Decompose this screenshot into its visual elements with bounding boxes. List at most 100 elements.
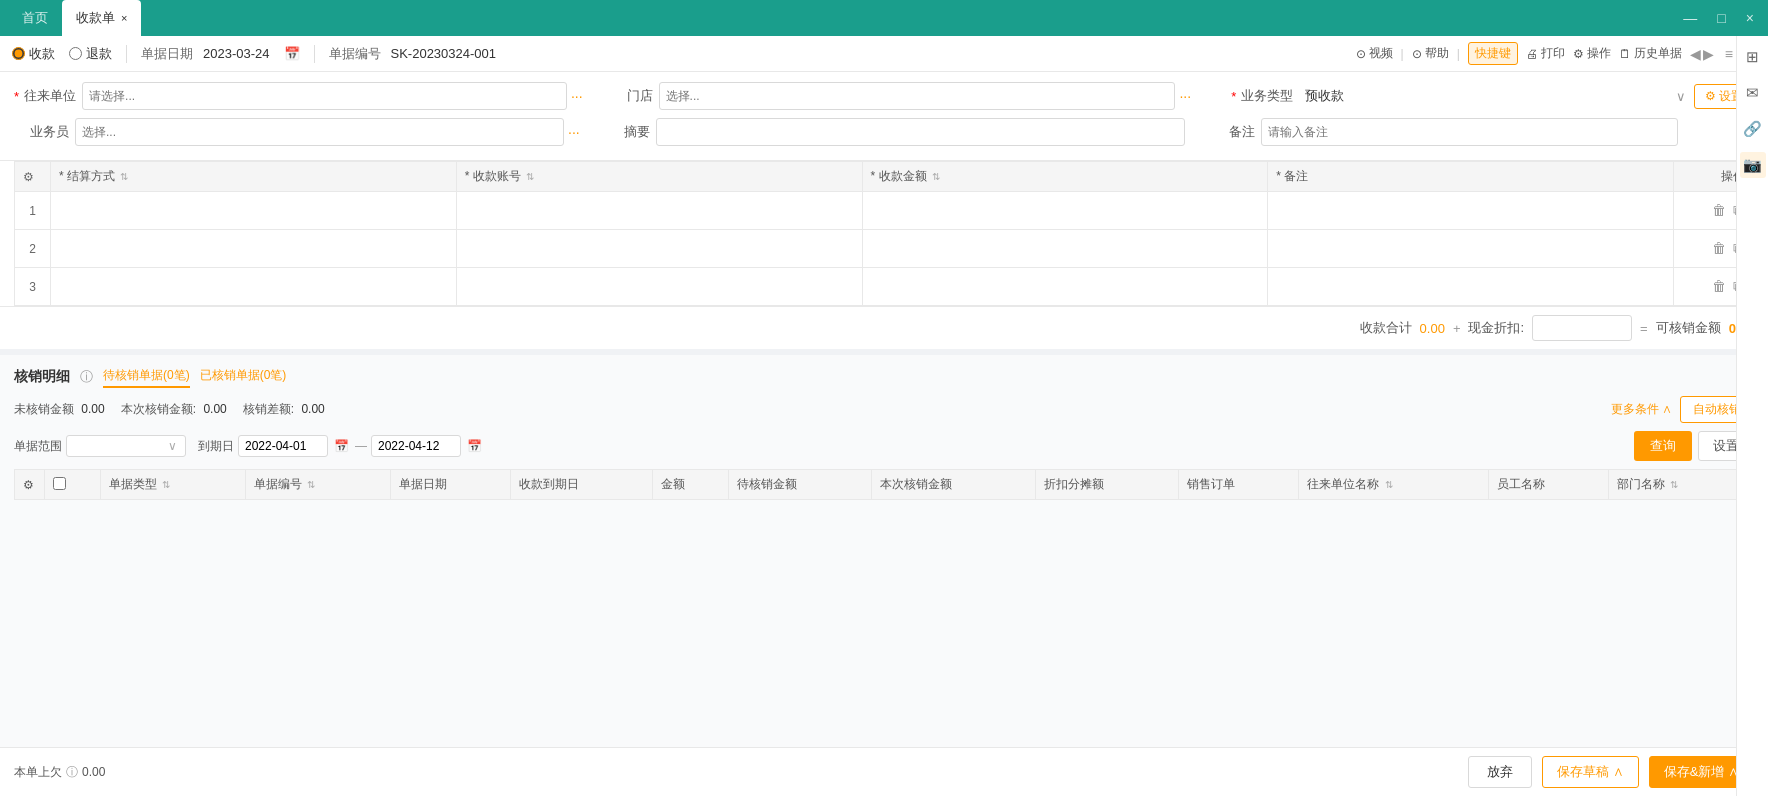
verify-tab-done[interactable]: 已核销单据(0笔) — [200, 365, 287, 388]
save-draft-btn[interactable]: 保存草稿 ∧ — [1542, 756, 1639, 788]
check-all-checkbox[interactable] — [53, 477, 66, 490]
actions-icon: ⚙ — [1573, 47, 1584, 61]
tab-home[interactable]: 首页 — [8, 0, 62, 36]
row-2-settlement[interactable] — [51, 230, 457, 268]
partner-input[interactable] — [82, 82, 567, 110]
row-2-account[interactable] — [456, 230, 862, 268]
biztype-arrow-icon[interactable]: ∨ — [1676, 89, 1686, 104]
more-filter-btn[interactable]: 更多条件 ∧ — [1611, 401, 1672, 418]
verify-tab-pending[interactable]: 待核销单据(0笔) — [103, 365, 190, 388]
window-close-btn[interactable]: × — [1740, 8, 1760, 28]
row-1-remark[interactable] — [1268, 192, 1674, 230]
abandon-btn[interactable]: 放弃 — [1468, 756, 1532, 788]
radio-refund[interactable]: 退款 — [69, 45, 112, 63]
row-1-num: 1 — [15, 192, 51, 230]
sidebar-mail-icon[interactable]: ✉ — [1740, 80, 1766, 106]
form-row-2: 业务员 ··· 摘要 备注 — [14, 118, 1754, 146]
store-input[interactable] — [659, 82, 1176, 110]
equal-sep: = — [1640, 321, 1648, 336]
actions-btn[interactable]: ⚙ 操作 — [1573, 45, 1611, 62]
partner-required: * — [14, 89, 19, 104]
history-btn[interactable]: 🗒 历史单据 — [1619, 45, 1682, 62]
partner-more-icon[interactable]: ··· — [571, 88, 583, 104]
range-dropdown[interactable]: ∨ — [66, 435, 186, 457]
th-employee: 员工名称 — [1488, 470, 1608, 500]
biztype-value: 预收款 — [1305, 87, 1344, 105]
note-label: 备注 — [1225, 123, 1255, 141]
salesman-field: 业务员 ··· — [14, 118, 580, 146]
row-3-amount[interactable] — [862, 268, 1268, 306]
date-calendar-icon[interactable]: 📅 — [284, 46, 300, 61]
prev-arrow[interactable]: ◀ — [1690, 46, 1701, 62]
th-gear: ⚙ — [15, 162, 51, 192]
current-val: 0.00 — [203, 402, 226, 416]
next-arrow[interactable]: ▶ — [1703, 46, 1714, 62]
verify-info-icon[interactable]: ⓘ — [80, 368, 93, 386]
salesman-input[interactable] — [75, 118, 564, 146]
date-dash: — — [355, 439, 367, 453]
date-calendar-from-icon[interactable]: 📅 — [334, 439, 349, 453]
tab-close-icon[interactable]: × — [121, 12, 127, 24]
row-1-account[interactable] — [456, 192, 862, 230]
row-2-remark[interactable] — [1268, 230, 1674, 268]
date-to-input[interactable] — [371, 435, 461, 457]
th-discount: 折扣分摊额 — [1036, 470, 1179, 500]
video-circle-icon: ⊙ — [1356, 47, 1366, 61]
help-circle-icon: ⊙ — [1412, 47, 1422, 61]
footer-info-val: 0.00 — [82, 765, 105, 779]
partner-label: 往来单位 — [21, 87, 76, 105]
summary-field: 摘要 — [620, 118, 1186, 146]
row-3-account[interactable] — [456, 268, 862, 306]
row-1-settlement[interactable] — [51, 192, 457, 230]
salesman-more-icon[interactable]: ··· — [568, 124, 580, 140]
row-3-remark[interactable] — [1268, 268, 1674, 306]
bottom-table-wrap: ⚙ 单据类型 ⇅ 单据编号 ⇅ — [14, 469, 1754, 747]
sidebar-link-icon[interactable]: 🔗 — [1740, 116, 1766, 142]
toolbar-right: ⊙ 视频 | ⊙ 帮助 | 快捷键 🖨 打印 ⚙ 操作 🗒 历史单据 — [1356, 42, 1756, 65]
range-label: 单据范围 — [14, 438, 62, 455]
list-view-btn[interactable]: ≡ — [1722, 45, 1736, 63]
help-btn[interactable]: ⊙ 帮助 — [1412, 45, 1449, 62]
biztype-required: * — [1231, 89, 1236, 104]
note-field: 备注 — [1225, 118, 1678, 146]
maximize-btn[interactable]: □ — [1711, 8, 1731, 28]
query-btn[interactable]: 查询 — [1634, 431, 1692, 461]
print-icon: 🖨 — [1526, 47, 1538, 61]
receipt-type-radio-group: 收款 退款 — [12, 45, 112, 63]
verify-header: 核销明细 ⓘ 待核销单据(0笔) 已核销单据(0笔) — [14, 365, 1754, 388]
verifiable-label: 可核销金额 — [1656, 319, 1721, 337]
biztype-label: 业务类型 — [1238, 87, 1293, 105]
current-label: 本次核销金额: — [121, 402, 196, 416]
row-3-delete-icon[interactable]: 🗑 — [1710, 276, 1728, 296]
summary-input[interactable] — [656, 118, 1186, 146]
cash-discount-input[interactable] — [1532, 315, 1632, 341]
sort-docno-icon: ⇅ — [307, 479, 315, 490]
video-btn[interactable]: ⊙ 视频 — [1356, 45, 1393, 62]
row-1-amount[interactable] — [862, 192, 1268, 230]
row-1-delete-icon[interactable]: 🗑 — [1710, 200, 1728, 220]
unverified-stat: 未核销金额 0.00 — [14, 401, 105, 418]
minimize-btn[interactable]: — — [1677, 8, 1703, 28]
th-gear-icon[interactable]: ⚙ — [23, 478, 34, 492]
table-row: 2 🗑 ⧉ — [15, 230, 1754, 268]
sidebar-table-icon[interactable]: ⊞ — [1740, 44, 1766, 70]
date-calendar-to-icon[interactable]: 📅 — [467, 439, 482, 453]
radio-receipt[interactable]: 收款 — [12, 45, 55, 63]
footer-info-icon[interactable]: ⓘ — [66, 764, 78, 781]
date-from-input[interactable] — [238, 435, 328, 457]
settings-gear-icon: ⚙ — [1705, 89, 1716, 103]
table-gear-icon[interactable]: ⚙ — [23, 170, 34, 184]
note-input[interactable] — [1261, 118, 1678, 146]
tab-receipt[interactable]: 收款单 × — [62, 0, 141, 36]
shortcut-btn[interactable]: 快捷键 — [1468, 42, 1518, 65]
row-3-settlement[interactable] — [51, 268, 457, 306]
store-label: 门店 — [623, 87, 653, 105]
store-more-icon[interactable]: ··· — [1179, 88, 1191, 104]
row-2-amount[interactable] — [862, 230, 1268, 268]
sidebar-camera-icon[interactable]: 📷 — [1740, 152, 1766, 178]
summary-label: 摘要 — [620, 123, 650, 141]
biztype-field: * 业务类型 预收款 ∨ — [1231, 87, 1686, 105]
print-btn[interactable]: 🖨 打印 — [1526, 45, 1565, 62]
row-2-delete-icon[interactable]: 🗑 — [1710, 238, 1728, 258]
range-filter: 单据范围 ∨ — [14, 435, 186, 457]
